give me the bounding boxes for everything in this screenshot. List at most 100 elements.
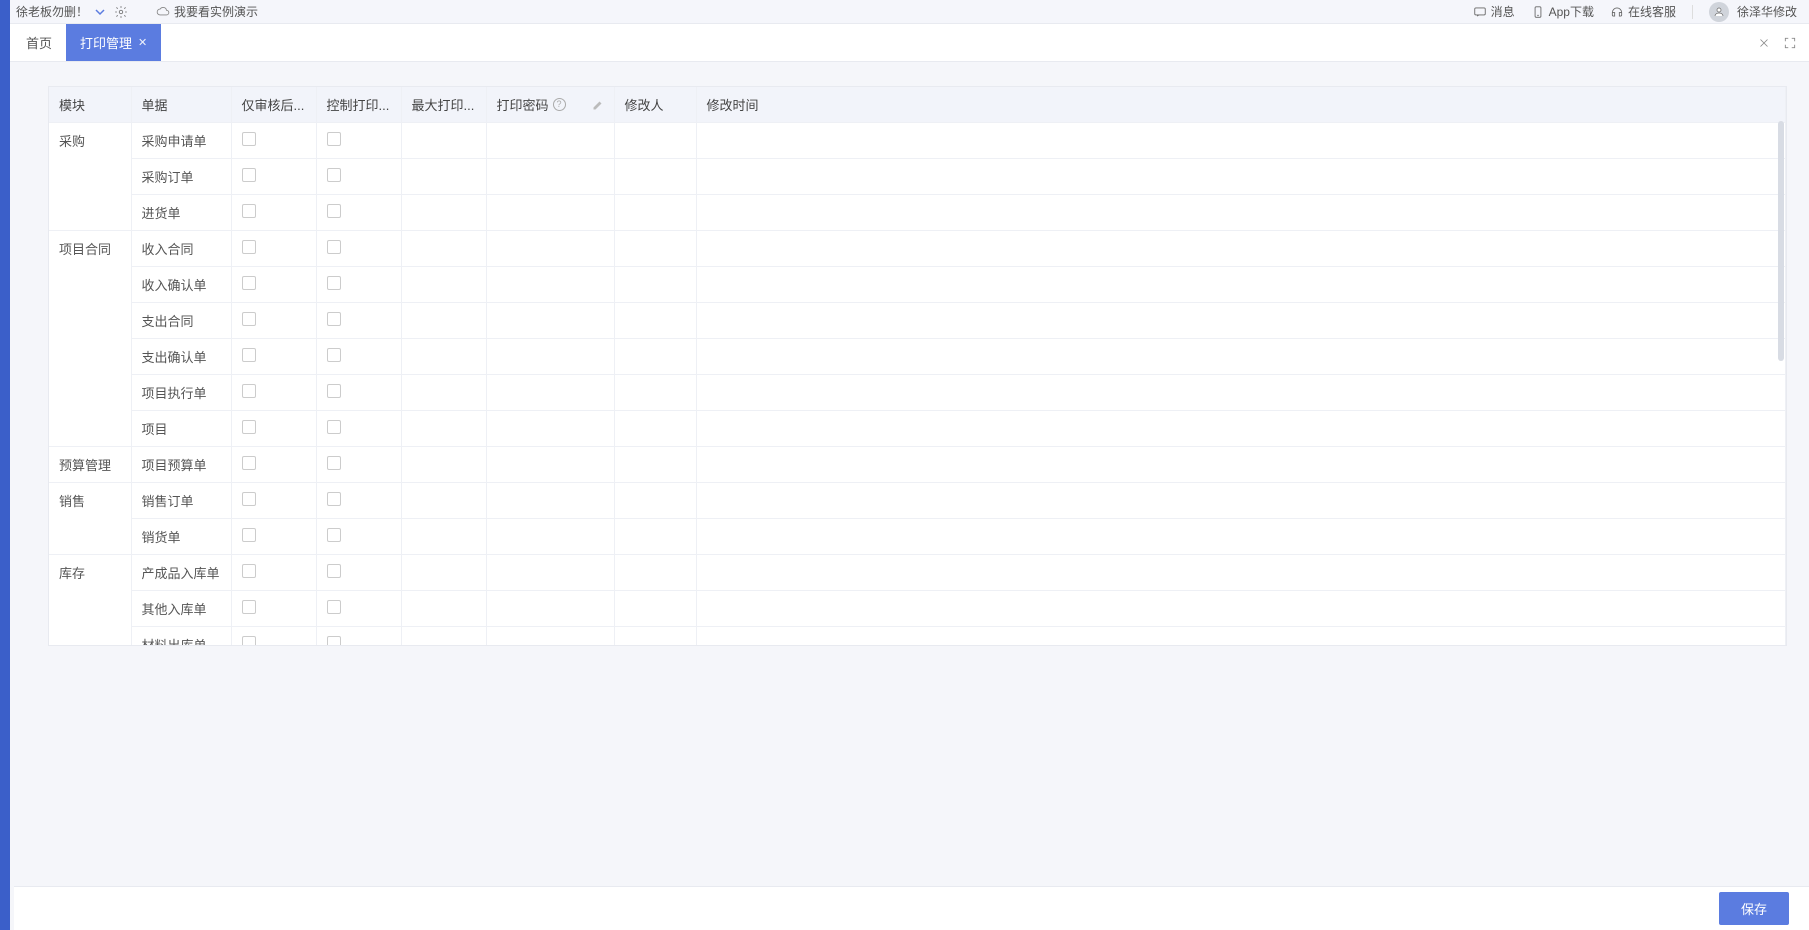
user-menu[interactable]: 徐泽华修改 [1709,2,1797,22]
table-row: 预算管理项目预算单 [49,447,1786,483]
cell-modifier [614,555,696,591]
checkbox-control-print[interactable] [327,420,341,434]
cell-time [696,591,1786,627]
cell-audit-only [231,231,316,267]
checkbox-audit-only[interactable] [242,456,256,470]
table-row: 进货单 [49,195,1786,231]
cell-modifier [614,591,696,627]
checkbox-control-print[interactable] [327,240,341,254]
app-download-link[interactable]: App下载 [1531,3,1594,20]
tab-home[interactable]: 首页 [12,24,66,61]
cell-time [696,519,1786,555]
checkbox-control-print[interactable] [327,564,341,578]
cell-modifier [614,159,696,195]
cell-doc: 采购申请单 [131,123,231,159]
table-row: 收入确认单 [49,267,1786,303]
table-row: 支出合同 [49,303,1786,339]
messages-link[interactable]: 消息 [1473,3,1515,20]
checkbox-control-print[interactable] [327,492,341,506]
th-modify-time: 修改时间 [696,87,1786,123]
table-row: 库存产成品入库单 [49,555,1786,591]
checkbox-audit-only[interactable] [242,636,256,646]
cell-control-print [316,123,401,159]
table-row: 项目合同收入合同 [49,231,1786,267]
cell-doc: 收入确认单 [131,267,231,303]
content-area: 模块 单据 仅审核后... 控制打印... 最大打印... 打印密码 ? [0,62,1809,930]
cell-pwd [486,375,614,411]
close-icon[interactable]: ✕ [138,36,147,49]
cell-time [696,123,1786,159]
th-audit-label: 仅审核后... [242,98,305,113]
checkbox-audit-only[interactable] [242,492,256,506]
checkbox-audit-only[interactable] [242,168,256,182]
tab-active-label: 打印管理 [80,33,132,52]
checkbox-audit-only[interactable] [242,384,256,398]
save-button[interactable]: 保存 [1719,892,1789,925]
cell-pwd [486,195,614,231]
checkbox-audit-only[interactable] [242,204,256,218]
scrollbar[interactable] [1778,121,1784,361]
account-label: 徐老板勿删！ [16,3,88,20]
checkbox-control-print[interactable] [327,384,341,398]
cell-doc: 项目 [131,411,231,447]
print-settings-table: 模块 单据 仅审核后... 控制打印... 最大打印... 打印密码 ? [49,87,1786,646]
edit-icon[interactable] [592,99,604,111]
cell-audit-only [231,447,316,483]
table-row: 项目执行单 [49,375,1786,411]
checkbox-audit-only[interactable] [242,420,256,434]
table-row: 其他入库单 [49,591,1786,627]
cell-doc: 支出确认单 [131,339,231,375]
checkbox-audit-only[interactable] [242,312,256,326]
checkbox-control-print[interactable] [327,168,341,182]
cell-control-print [316,303,401,339]
mobile-icon [1531,5,1545,19]
close-all-icon[interactable] [1757,36,1771,50]
cell-modifier [614,339,696,375]
cell-doc: 产成品入库单 [131,555,231,591]
th-print-pwd: 打印密码 ? [486,87,614,123]
checkbox-audit-only[interactable] [242,564,256,578]
cell-audit-only [231,411,316,447]
checkbox-control-print[interactable] [327,348,341,362]
cell-audit-only [231,375,316,411]
checkbox-control-print[interactable] [327,600,341,614]
checkbox-control-print[interactable] [327,276,341,290]
cell-modifier [614,123,696,159]
cell-control-print [316,555,401,591]
checkbox-control-print[interactable] [327,456,341,470]
checkbox-audit-only[interactable] [242,600,256,614]
checkbox-control-print[interactable] [327,528,341,542]
tab-print-management[interactable]: 打印管理 ✕ [66,24,161,61]
cell-modifier [614,267,696,303]
account-selector[interactable]: 徐老板勿删！ [16,3,106,20]
cell-pwd [486,411,614,447]
checkbox-audit-only[interactable] [242,528,256,542]
cell-time [696,375,1786,411]
checkbox-control-print[interactable] [327,312,341,326]
username-label: 徐泽华修改 [1737,3,1797,20]
cell-control-print [316,627,401,647]
checkbox-audit-only[interactable] [242,240,256,254]
checkbox-control-print[interactable] [327,132,341,146]
help-icon[interactable]: ? [553,98,566,111]
checkbox-audit-only[interactable] [242,348,256,362]
th-doc-label: 单据 [142,98,168,113]
checkbox-control-print[interactable] [327,204,341,218]
cell-pwd [486,627,614,647]
cell-control-print [316,159,401,195]
cell-pwd [486,591,614,627]
gear-icon[interactable] [114,5,128,19]
online-service-link[interactable]: 在线客服 [1610,3,1676,20]
checkbox-control-print[interactable] [327,636,341,646]
cell-control-print [316,519,401,555]
checkbox-audit-only[interactable] [242,132,256,146]
cell-max [401,159,486,195]
cell-time [696,231,1786,267]
cell-max [401,519,486,555]
left-app-strip [0,0,10,930]
checkbox-audit-only[interactable] [242,276,256,290]
cell-time [696,555,1786,591]
demo-link[interactable]: 我要看实例演示 [156,3,258,20]
fullscreen-icon[interactable] [1783,36,1797,50]
th-module-label: 模块 [59,98,85,113]
